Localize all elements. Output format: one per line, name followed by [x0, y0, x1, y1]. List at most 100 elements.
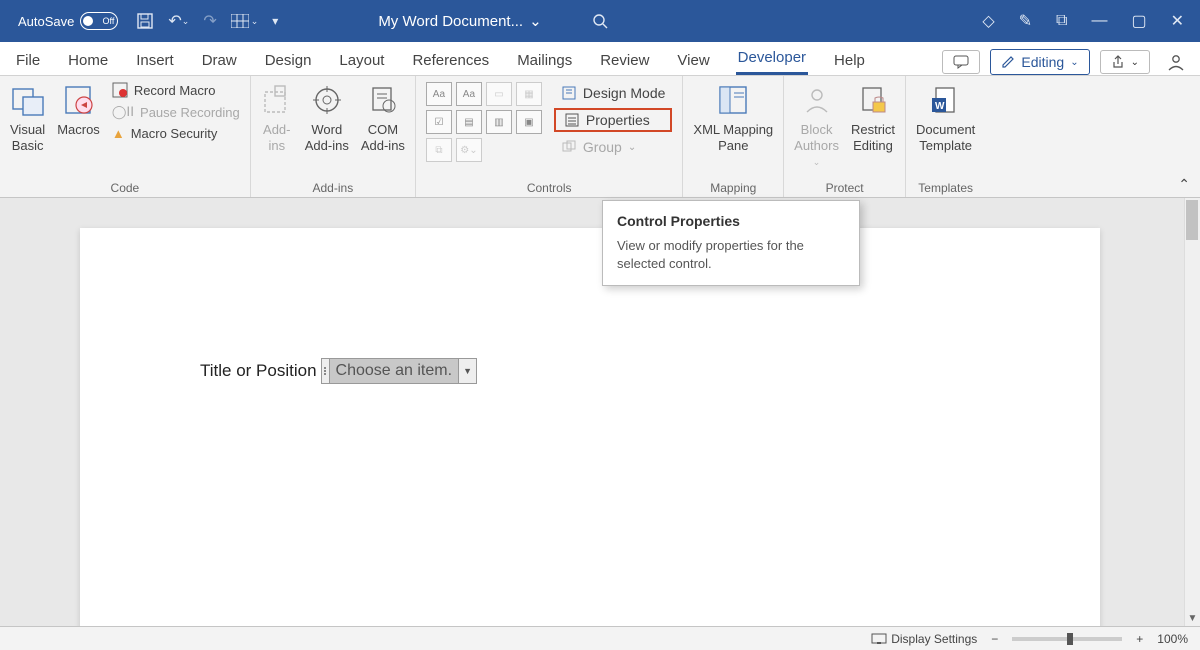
autosave-toggle[interactable]: Off — [80, 12, 118, 30]
search-area[interactable] — [592, 13, 983, 29]
addins-button: Add- ins — [261, 82, 293, 153]
combobox-control-icon[interactable]: ▤ — [456, 110, 482, 134]
properties-button[interactable]: Properties — [554, 108, 673, 132]
repeating-section-icon[interactable]: ⧉ — [426, 138, 452, 162]
checkbox-control-icon[interactable]: ☑ — [426, 110, 452, 134]
account-icon[interactable] — [1166, 52, 1186, 72]
group-controls: Aa Aa ▭ ▦ ☑ ▤ ▥ ▣ ⧉ ⚙⌄ Design Mode — [416, 76, 684, 197]
record-icon — [112, 82, 128, 98]
redo-icon[interactable]: ↷ — [203, 11, 216, 31]
document-title[interactable]: My Word Document... ⌄ — [378, 12, 541, 30]
control-gallery[interactable]: Aa Aa ▭ ▦ ☑ ▤ ▥ ▣ ⧉ ⚙⌄ — [426, 82, 542, 162]
customize-qat-icon[interactable]: ▾ — [272, 14, 278, 28]
tab-file[interactable]: File — [14, 46, 42, 75]
group-mapping: XML Mapping Pane Mapping — [683, 76, 784, 197]
vertical-scrollbar[interactable]: ▼ — [1184, 198, 1200, 626]
com-addins-icon — [367, 82, 399, 118]
record-macro-button[interactable]: Record Macro — [112, 82, 240, 98]
design-mode-button[interactable]: Design Mode — [554, 82, 673, 104]
word-addins-button[interactable]: Word Add-ins — [305, 82, 349, 153]
form-field-line: Title or Position Choose an item. ▼ — [200, 358, 980, 384]
tab-layout[interactable]: Layout — [337, 46, 386, 75]
editing-mode-button[interactable]: Editing ⌄ — [990, 49, 1089, 75]
design-mode-icon — [561, 85, 577, 101]
maximize-icon[interactable]: ▢ — [1131, 11, 1146, 31]
com-addins-button[interactable]: COM Add-ins — [361, 82, 405, 153]
zoom-in-icon[interactable]: + — [1136, 632, 1143, 646]
tooltip-body: View or modify properties for the select… — [617, 237, 845, 273]
window-mode-icon[interactable]: ⧉ — [1056, 12, 1067, 30]
group-addins: Add- ins Word Add-ins COM Add-ins Add-in… — [251, 76, 416, 197]
visual-basic-button[interactable]: Visual Basic — [10, 82, 45, 153]
autosave-control[interactable]: AutoSave Off — [18, 12, 118, 30]
chevron-down-icon[interactable]: ⌄ — [529, 12, 542, 30]
macros-button[interactable]: Macros — [57, 82, 100, 138]
chevron-down-icon: ⌄ — [1070, 57, 1078, 68]
dropdown-placeholder[interactable]: Choose an item. — [329, 358, 460, 384]
scrollbar-thumb[interactable] — [1186, 200, 1198, 240]
tab-insert[interactable]: Insert — [134, 46, 176, 75]
pencil-icon — [1001, 55, 1015, 69]
datepicker-control-icon[interactable]: ▣ — [516, 110, 542, 134]
group-code: Visual Basic Macros Record Macro ◯ⅠⅠ Pau… — [0, 76, 251, 197]
tab-mailings[interactable]: Mailings — [515, 46, 574, 75]
tooltip-title: Control Properties — [617, 213, 845, 229]
group-templates: W Document Template Templates — [906, 76, 985, 197]
wand-icon[interactable]: ✎ — [1019, 11, 1032, 31]
content-control-dropdown[interactable]: Choose an item. ▼ — [321, 358, 478, 384]
ribbon: Visual Basic Macros Record Macro ◯ⅠⅠ Pau… — [0, 76, 1200, 198]
display-settings-button[interactable]: Display Settings — [871, 632, 977, 646]
zoom-level[interactable]: 100% — [1157, 632, 1188, 646]
xml-mapping-button[interactable]: XML Mapping Pane — [693, 82, 773, 153]
warning-icon: ▲ — [112, 126, 125, 141]
tab-developer[interactable]: Developer — [736, 43, 808, 75]
document-template-button[interactable]: W Document Template — [916, 82, 975, 153]
tab-review[interactable]: Review — [598, 46, 651, 75]
block-authors-button: Block Authors⌄ — [794, 82, 839, 168]
macro-security-button[interactable]: ▲ Macro Security — [112, 126, 240, 141]
macros-icon — [62, 82, 96, 118]
tab-view[interactable]: View — [675, 46, 711, 75]
group-mapping-label: Mapping — [710, 181, 756, 195]
document-page[interactable]: Title or Position Choose an item. ▼ — [80, 228, 1100, 626]
building-block-control-icon[interactable]: ▦ — [516, 82, 542, 106]
zoom-slider[interactable] — [1012, 637, 1122, 641]
group-addins-label: Add-ins — [313, 181, 354, 195]
group-code-label: Code — [111, 181, 140, 195]
zoom-out-icon[interactable]: − — [991, 632, 998, 646]
group-controls-label: Controls — [527, 181, 572, 195]
document-template-icon: W — [930, 82, 962, 118]
legacy-tools-icon[interactable]: ⚙⌄ — [456, 138, 482, 162]
tab-draw[interactable]: Draw — [200, 46, 239, 75]
tab-references[interactable]: References — [410, 46, 491, 75]
comments-button[interactable] — [942, 50, 980, 74]
collapse-ribbon-icon[interactable]: ⌃ — [1178, 176, 1190, 193]
save-icon[interactable] — [136, 12, 154, 30]
richtext-control-icon[interactable]: Aa — [426, 82, 452, 106]
dropdown-arrow-icon[interactable]: ▼ — [459, 358, 477, 384]
minimize-icon[interactable]: — — [1091, 12, 1107, 30]
group-protect: Block Authors⌄ Restrict Editing Protect — [784, 76, 906, 197]
tab-design[interactable]: Design — [263, 46, 314, 75]
field-label: Title or Position — [200, 361, 317, 381]
plaintext-control-icon[interactable]: Aa — [456, 82, 482, 106]
document-area[interactable]: Title or Position Choose an item. ▼ — [0, 198, 1184, 626]
undo-icon[interactable]: ↶⌄ — [168, 11, 189, 31]
autosave-label: AutoSave — [18, 14, 74, 29]
tab-help[interactable]: Help — [832, 46, 867, 75]
group-icon — [561, 139, 577, 155]
restrict-editing-button[interactable]: Restrict Editing — [851, 82, 895, 153]
close-icon[interactable]: ✕ — [1171, 11, 1184, 31]
picture-control-icon[interactable]: ▭ — [486, 82, 512, 106]
word-addins-icon — [311, 82, 343, 118]
control-handle-icon[interactable] — [321, 358, 329, 384]
share-button[interactable]: ⌄ — [1100, 50, 1150, 74]
dropdown-control-icon[interactable]: ▥ — [486, 110, 512, 134]
tab-home[interactable]: Home — [66, 46, 110, 75]
search-icon[interactable] — [592, 13, 608, 29]
scroll-down-icon[interactable]: ▼ — [1185, 613, 1200, 624]
table-view-icon[interactable]: ⌄ — [231, 14, 259, 28]
pause-recording-button: ◯ⅠⅠ Pause Recording — [112, 104, 240, 120]
properties-tooltip: Control Properties View or modify proper… — [602, 200, 860, 286]
diamond-icon[interactable]: ◇ — [982, 11, 994, 31]
